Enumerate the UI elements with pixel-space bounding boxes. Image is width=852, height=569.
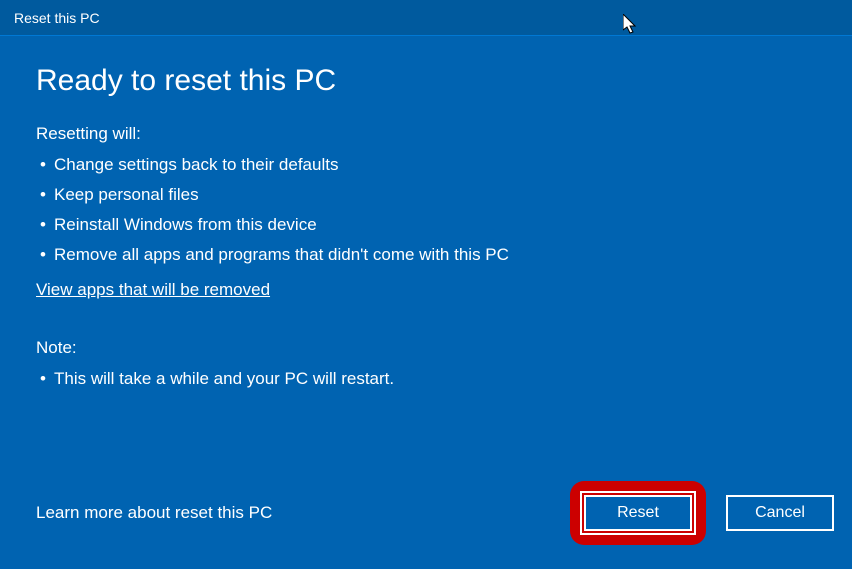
learn-more-link[interactable]: Learn more about reset this PC — [36, 503, 272, 523]
cancel-button[interactable]: Cancel — [726, 495, 834, 531]
reset-section: Resetting will: Change settings back to … — [36, 124, 816, 328]
list-item: This will take a while and your PC will … — [36, 364, 816, 394]
note-section: Note: This will take a while and your PC… — [36, 338, 816, 394]
list-item: Keep personal files — [36, 180, 816, 210]
window-title: Reset this PC — [14, 10, 100, 26]
list-item: Remove all apps and programs that didn't… — [36, 240, 816, 270]
dialog-footer: Learn more about reset this PC Reset Can… — [36, 481, 834, 545]
note-label: Note: — [36, 338, 816, 358]
reset-button[interactable]: Reset — [584, 495, 692, 531]
reset-label: Resetting will: — [36, 124, 816, 144]
list-item: Reinstall Windows from this device — [36, 210, 816, 240]
list-item: Change settings back to their defaults — [36, 150, 816, 180]
button-row: Reset Cancel — [570, 481, 834, 545]
titlebar: Reset this PC — [0, 0, 852, 36]
view-apps-link[interactable]: View apps that will be removed — [36, 280, 270, 300]
note-list: This will take a while and your PC will … — [36, 364, 816, 394]
reset-list: Change settings back to their defaults K… — [36, 150, 816, 270]
highlight-annotation: Reset — [570, 481, 706, 545]
dialog-content: Ready to reset this PC Resetting will: C… — [0, 36, 852, 394]
page-title: Ready to reset this PC — [36, 64, 816, 98]
